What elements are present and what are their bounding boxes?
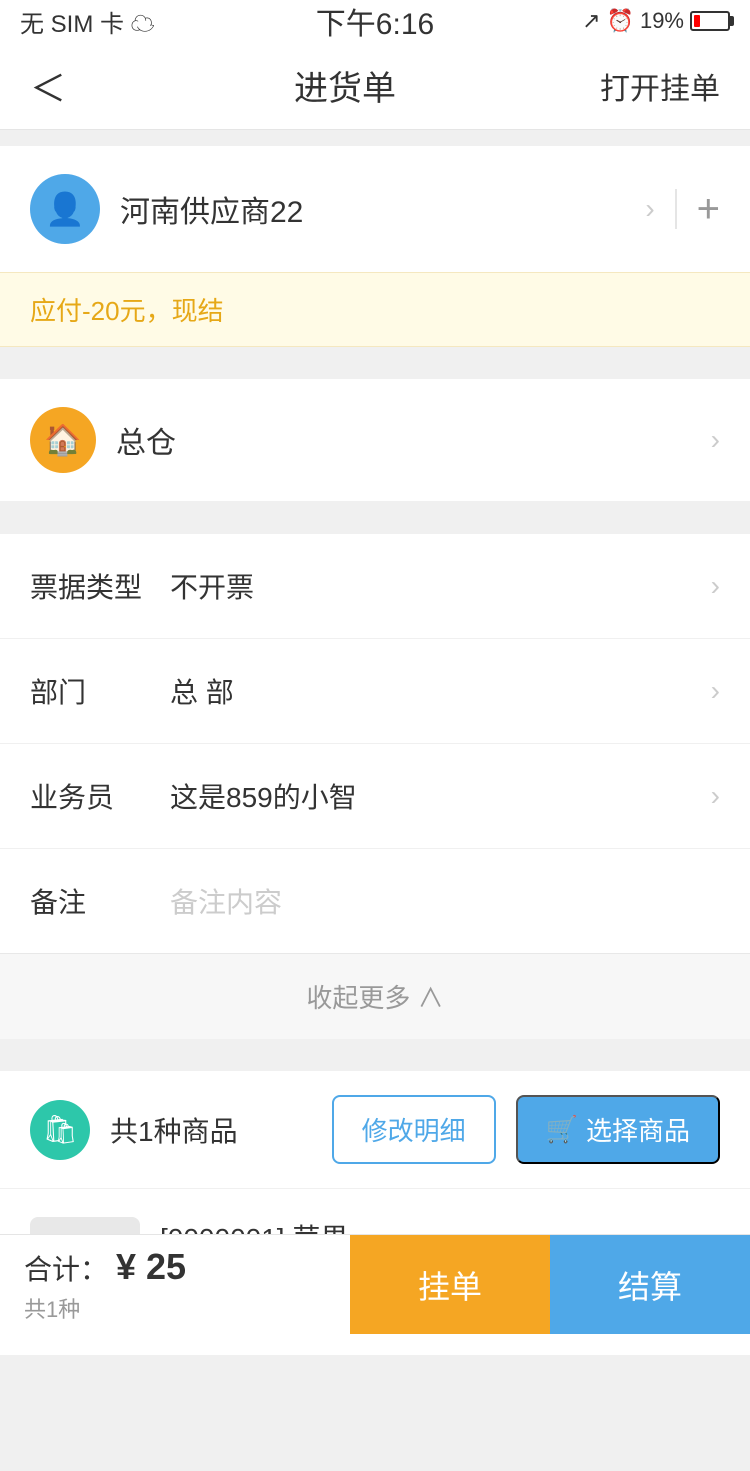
total-label: 合计： xyxy=(24,1248,108,1288)
label-remark: 备注 xyxy=(30,881,170,921)
value-invoice: 不开票 xyxy=(170,566,711,606)
supplier-divider xyxy=(675,189,677,229)
summary-total: 合计： ¥ 25 xyxy=(24,1246,326,1288)
add-supplier-button[interactable]: + xyxy=(697,187,720,232)
status-bar-left: 无 SIM 卡 ☁ xyxy=(20,4,155,39)
warehouse-row[interactable]: 🏠 总仓 › xyxy=(0,379,750,501)
label-invoice: 票据类型 xyxy=(30,566,170,606)
back-button[interactable]: ＜ xyxy=(30,60,90,112)
status-bar-right: ↗ ⏰ 19% xyxy=(582,8,730,34)
form-row-remark[interactable]: 备注 备注内容 xyxy=(0,848,750,953)
bottom-bar: 合计： ¥ 25 共1种 挂单 结算 xyxy=(0,1234,750,1334)
label-department: 部门 xyxy=(30,671,170,711)
form-section: 票据类型 不开票 › 部门 总 部 › 业务员 这是859的小智 › 备注 备注… xyxy=(0,533,750,1039)
form-row-invoice[interactable]: 票据类型 不开票 › xyxy=(0,533,750,638)
gap-3 xyxy=(0,517,750,533)
form-row-department[interactable]: 部门 总 部 › xyxy=(0,638,750,743)
department-chevron-icon: › xyxy=(711,675,720,707)
warehouse-name: 总仓 xyxy=(116,418,711,462)
info-banner: 应付-20元，现结 xyxy=(0,272,750,347)
salesperson-chevron-icon: › xyxy=(711,780,720,812)
status-bar-time: 下午6:16 xyxy=(316,0,434,43)
product-bag-icon: 🛍 xyxy=(42,1113,78,1146)
total-amount: ¥ 25 xyxy=(116,1246,186,1288)
location-icon: ↗ xyxy=(582,8,600,34)
warehouse-chevron-icon: › xyxy=(711,424,720,456)
hang-button[interactable]: 挂单 xyxy=(350,1235,550,1334)
supplier-avatar: 👤 xyxy=(30,174,100,244)
gap-2 xyxy=(0,363,750,379)
battery-percent: 19% xyxy=(640,8,684,34)
supplier-avatar-icon: 👤 xyxy=(45,190,85,228)
select-product-label: 选择商品 xyxy=(586,1111,690,1148)
bottom-spacer xyxy=(0,1371,750,1471)
value-salesperson: 这是859的小智 xyxy=(170,776,711,816)
warehouse-icon: 🏠 xyxy=(44,423,81,458)
status-bar: 无 SIM 卡 ☁ 下午6:16 ↗ ⏰ 19% xyxy=(0,0,750,42)
supplier-section: 👤 河南供应商22 › + 应付-20元，现结 xyxy=(0,146,750,347)
supplier-row[interactable]: 👤 河南供应商22 › + xyxy=(0,146,750,272)
warehouse-icon-wrap: 🏠 xyxy=(30,407,96,473)
bottom-summary: 合计： ¥ 25 共1种 xyxy=(0,1235,350,1334)
value-remark-placeholder: 备注内容 xyxy=(170,881,720,921)
page-title: 进货单 xyxy=(294,61,396,110)
gap-1 xyxy=(0,130,750,146)
select-product-icon: 🛒 xyxy=(546,1114,578,1145)
product-header: 🛍 共1种商品 修改明细 🛒 选择商品 xyxy=(0,1071,750,1189)
product-count-text: 共1种商品 xyxy=(110,1110,312,1150)
modify-detail-button[interactable]: 修改明细 xyxy=(332,1095,496,1164)
collapse-toggle[interactable]: 收起更多 ∧ xyxy=(0,953,750,1039)
warehouse-section: 🏠 总仓 › xyxy=(0,379,750,501)
gap-4 xyxy=(0,1055,750,1071)
supplier-name: 河南供应商22 xyxy=(120,187,645,231)
select-product-button[interactable]: 🛒 选择商品 xyxy=(516,1095,720,1164)
battery-icon xyxy=(690,11,730,31)
supplier-chevron-icon: › xyxy=(645,193,654,225)
product-count-icon: 🛍 xyxy=(30,1100,90,1160)
summary-count: 共1种 xyxy=(24,1292,326,1324)
invoice-chevron-icon: › xyxy=(711,570,720,602)
alarm-icon: ⏰ xyxy=(607,8,634,34)
nav-bar: ＜ 进货单 打开挂单 xyxy=(0,42,750,130)
label-salesperson: 业务员 xyxy=(30,776,170,816)
form-row-salesperson[interactable]: 业务员 这是859的小智 › xyxy=(0,743,750,848)
value-department: 总 部 xyxy=(170,671,711,711)
open-hang-button[interactable]: 打开挂单 xyxy=(600,64,720,108)
settle-button[interactable]: 结算 xyxy=(550,1235,750,1334)
sim-status: 无 SIM 卡 ☁ xyxy=(20,4,155,39)
